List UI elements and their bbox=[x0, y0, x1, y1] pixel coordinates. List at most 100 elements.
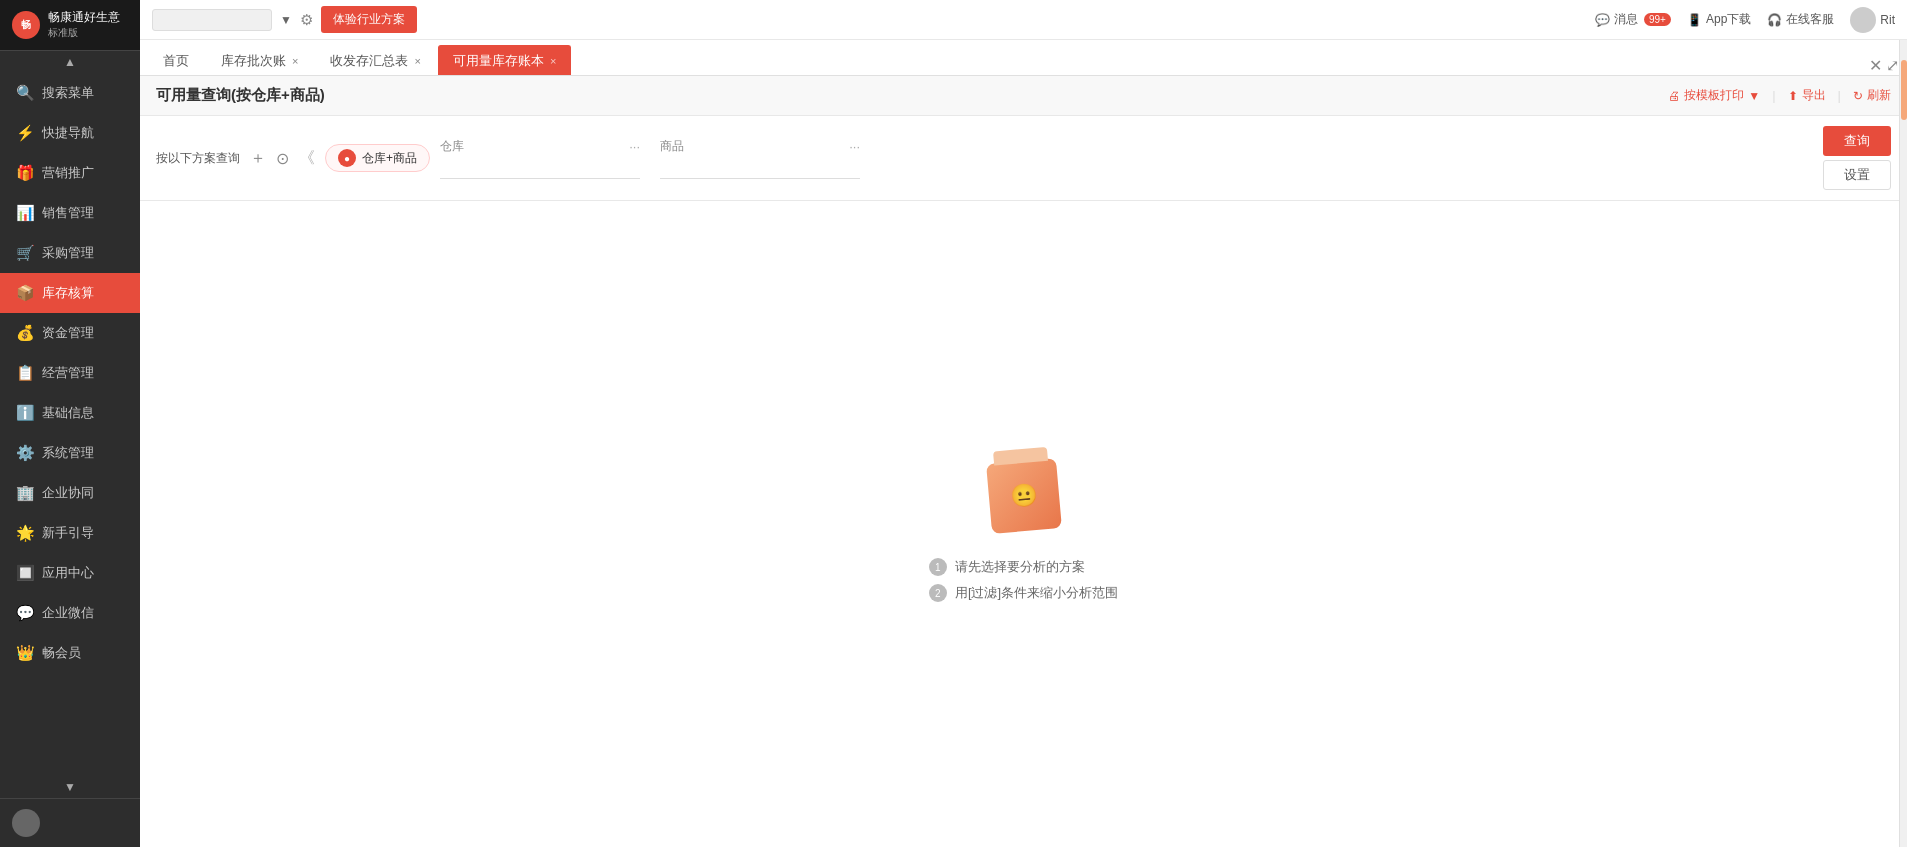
topbar: ▼ ⚙ 体验行业方案 💬 消息 99+ 📱 App下载 🎧 在线客服 Rit bbox=[140, 0, 1907, 40]
sidebar-label-member: 畅会员 bbox=[42, 644, 81, 662]
app-download-btn[interactable]: 📱 App下载 bbox=[1687, 11, 1751, 28]
divider1: | bbox=[1772, 88, 1775, 103]
sidebar-item-wechat[interactable]: 💬 企业微信 bbox=[0, 593, 140, 633]
sidebar-icon-operations: 📋 bbox=[16, 364, 34, 382]
sidebar-item-system[interactable]: ⚙️ 系统管理 bbox=[0, 433, 140, 473]
hint-num-2: 2 bbox=[929, 584, 947, 602]
sidebar-item-inventory[interactable]: 📦库存核算 bbox=[0, 273, 140, 313]
sidebar-scroll-up[interactable]: ▲ bbox=[0, 51, 140, 73]
sidebar-label-app-center: 应用中心 bbox=[42, 564, 94, 582]
filter-fields: 仓库 ··· 商品 ··· bbox=[440, 138, 1813, 179]
sidebar-item-shortcut[interactable]: ⚡快捷导航 bbox=[0, 113, 140, 153]
sidebar-label-purchase: 采购管理 bbox=[42, 244, 94, 262]
goods-input[interactable] bbox=[660, 157, 860, 179]
empty-hints: 1 请先选择要分析的方案 2 用[过滤]条件来缩小分析范围 bbox=[929, 558, 1118, 602]
sidebar-icon-search: 🔍 bbox=[16, 84, 34, 102]
sidebar-item-member[interactable]: 👑畅会员 bbox=[0, 633, 140, 673]
user-info[interactable]: Rit bbox=[1850, 7, 1895, 33]
printer-icon: 🖨 bbox=[1668, 89, 1680, 103]
sidebar-item-app-center[interactable]: 🔲 应用中心 bbox=[0, 553, 140, 593]
filter-actions: 查询 设置 bbox=[1823, 126, 1891, 190]
export-icon: ⬆ bbox=[1788, 89, 1798, 103]
collapse-btn[interactable]: 《 bbox=[299, 148, 315, 169]
sidebar-item-basic-info[interactable]: ℹ️基础信息 bbox=[0, 393, 140, 433]
sidebar-label-marketing-promo: 营销推广 bbox=[42, 164, 94, 182]
settings-btn[interactable]: 设置 bbox=[1823, 160, 1891, 190]
sidebar-label-wechat: 企业微信 bbox=[42, 604, 94, 622]
maximize-btn[interactable]: ⤢ bbox=[1886, 56, 1899, 75]
tab-available-ledger[interactable]: 可用量库存账本 × bbox=[438, 45, 571, 75]
main-content: ▼ ⚙ 体验行业方案 💬 消息 99+ 📱 App下载 🎧 在线客服 Rit bbox=[140, 0, 1907, 847]
add-scheme-btn[interactable]: ＋ bbox=[250, 148, 266, 169]
close-batch-account[interactable]: × bbox=[292, 55, 298, 67]
user-avatar bbox=[12, 809, 40, 837]
filter-label: 按以下方案查询 bbox=[156, 150, 240, 167]
message-btn[interactable]: 💬 消息 99+ bbox=[1595, 11, 1671, 28]
industry-btn[interactable]: 体验行业方案 bbox=[321, 6, 417, 33]
sidebar-icon-enterprise: 🏢 bbox=[16, 484, 34, 502]
sidebar-scroll-down[interactable]: ▼ bbox=[0, 776, 140, 798]
sidebar-label-finance: 资金管理 bbox=[42, 324, 94, 342]
online-service-btn[interactable]: 🎧 在线客服 bbox=[1767, 11, 1834, 28]
search-input[interactable] bbox=[152, 9, 272, 31]
sidebar-icon-marketing-promo: 🎁 bbox=[16, 164, 34, 182]
refresh-btn[interactable]: ↻ 刷新 bbox=[1853, 87, 1891, 104]
edit-scheme-btn[interactable]: ⊙ bbox=[276, 149, 289, 168]
sidebar-label-enterprise: 企业协同 bbox=[42, 484, 94, 502]
sidebar-user[interactable] bbox=[0, 798, 140, 847]
warehouse-input[interactable] bbox=[440, 157, 640, 179]
tab-batch-account[interactable]: 库存批次账 × bbox=[206, 45, 313, 75]
sidebar-label-basic-info: 基础信息 bbox=[42, 404, 94, 422]
sidebar-icon-wechat: 💬 bbox=[16, 604, 34, 622]
query-btn[interactable]: 查询 bbox=[1823, 126, 1891, 156]
tab-receive-summary[interactable]: 收发存汇总表 × bbox=[315, 45, 435, 75]
sidebar: 畅 畅康通好生意 标准版 ▲ 🔍搜索菜单⚡快捷导航 🎁 营销推广 📊 销售管理 🛒采购管理… bbox=[0, 0, 140, 847]
right-scrollbar[interactable] bbox=[1899, 40, 1907, 847]
close-tab-btn[interactable]: ✕ bbox=[1869, 56, 1882, 75]
dropdown-btn[interactable]: ▼ bbox=[280, 13, 292, 27]
sidebar-item-sales[interactable]: 📊 销售管理 bbox=[0, 193, 140, 233]
filter-scheme[interactable]: ● 仓库+商品 bbox=[325, 144, 430, 172]
topbar-right: 💬 消息 99+ 📱 App下载 🎧 在线客服 Rit bbox=[1595, 7, 1895, 33]
sidebar-icon-sales: 📊 bbox=[16, 204, 34, 222]
empty-hint-2: 2 用[过滤]条件来缩小分析范围 bbox=[929, 584, 1118, 602]
empty-state: 😐 1 请先选择要分析的方案 2 用[过滤]条件来缩小分析范围 bbox=[140, 201, 1907, 847]
empty-box-icon: 😐 bbox=[986, 458, 1062, 534]
sidebar-icon-inventory: 📦 bbox=[16, 284, 34, 302]
warehouse-more-btn[interactable]: ··· bbox=[629, 139, 640, 154]
sidebar-label-operations: 经营管理 bbox=[42, 364, 94, 382]
company-name: 畅康通好生意 bbox=[48, 10, 120, 26]
close-available-ledger[interactable]: × bbox=[550, 55, 556, 67]
sidebar-logo: 畅 bbox=[12, 11, 40, 39]
page-header-actions: 🖨 按模板打印 ▼ | ⬆ 导出 | ↻ 刷新 bbox=[1668, 87, 1891, 104]
sidebar-item-enterprise[interactable]: 🏢 企业协同 bbox=[0, 473, 140, 513]
print-btn[interactable]: 🖨 按模板打印 ▼ bbox=[1668, 87, 1760, 104]
sidebar-item-operations[interactable]: 📋 经营管理 bbox=[0, 353, 140, 393]
topbar-avatar bbox=[1850, 7, 1876, 33]
page-header: 可用量查询(按仓库+商品) 🖨 按模板打印 ▼ | ⬆ 导出 | ↻ 刷新 bbox=[140, 76, 1907, 116]
print-dropdown-icon: ▼ bbox=[1748, 89, 1760, 103]
close-receive-summary[interactable]: × bbox=[414, 55, 420, 67]
page-title: 可用量查询(按仓库+商品) bbox=[156, 86, 325, 105]
goods-more-btn[interactable]: ··· bbox=[849, 139, 860, 154]
sidebar-icon-shortcut: ⚡ bbox=[16, 124, 34, 142]
gear-btn[interactable]: ⚙ bbox=[300, 11, 313, 29]
sidebar-item-newbie[interactable]: 🌟新手引导 bbox=[0, 513, 140, 553]
headset-icon: 🎧 bbox=[1767, 13, 1782, 27]
tab-home[interactable]: 首页 bbox=[148, 45, 204, 75]
sidebar-label-sales: 销售管理 bbox=[42, 204, 94, 222]
sidebar-icon-system: ⚙️ bbox=[16, 444, 34, 462]
sidebar-item-purchase[interactable]: 🛒采购管理 bbox=[0, 233, 140, 273]
sidebar-item-search[interactable]: 🔍搜索菜单 bbox=[0, 73, 140, 113]
edition-label: 标准版 bbox=[48, 26, 120, 40]
sidebar-label-system: 系统管理 bbox=[42, 444, 94, 462]
scrollbar-thumb bbox=[1901, 60, 1907, 120]
sidebar-icon-finance: 💰 bbox=[16, 324, 34, 342]
empty-illustration: 😐 bbox=[974, 446, 1074, 546]
sidebar-item-marketing-promo[interactable]: 🎁 营销推广 bbox=[0, 153, 140, 193]
sidebar-item-finance[interactable]: 💰 资金管理 bbox=[0, 313, 140, 353]
username-label: Rit bbox=[1880, 13, 1895, 27]
sidebar-icon-app-center: 🔲 bbox=[16, 564, 34, 582]
scheme-label: 仓库+商品 bbox=[362, 150, 417, 167]
export-btn[interactable]: ⬆ 导出 bbox=[1788, 87, 1826, 104]
